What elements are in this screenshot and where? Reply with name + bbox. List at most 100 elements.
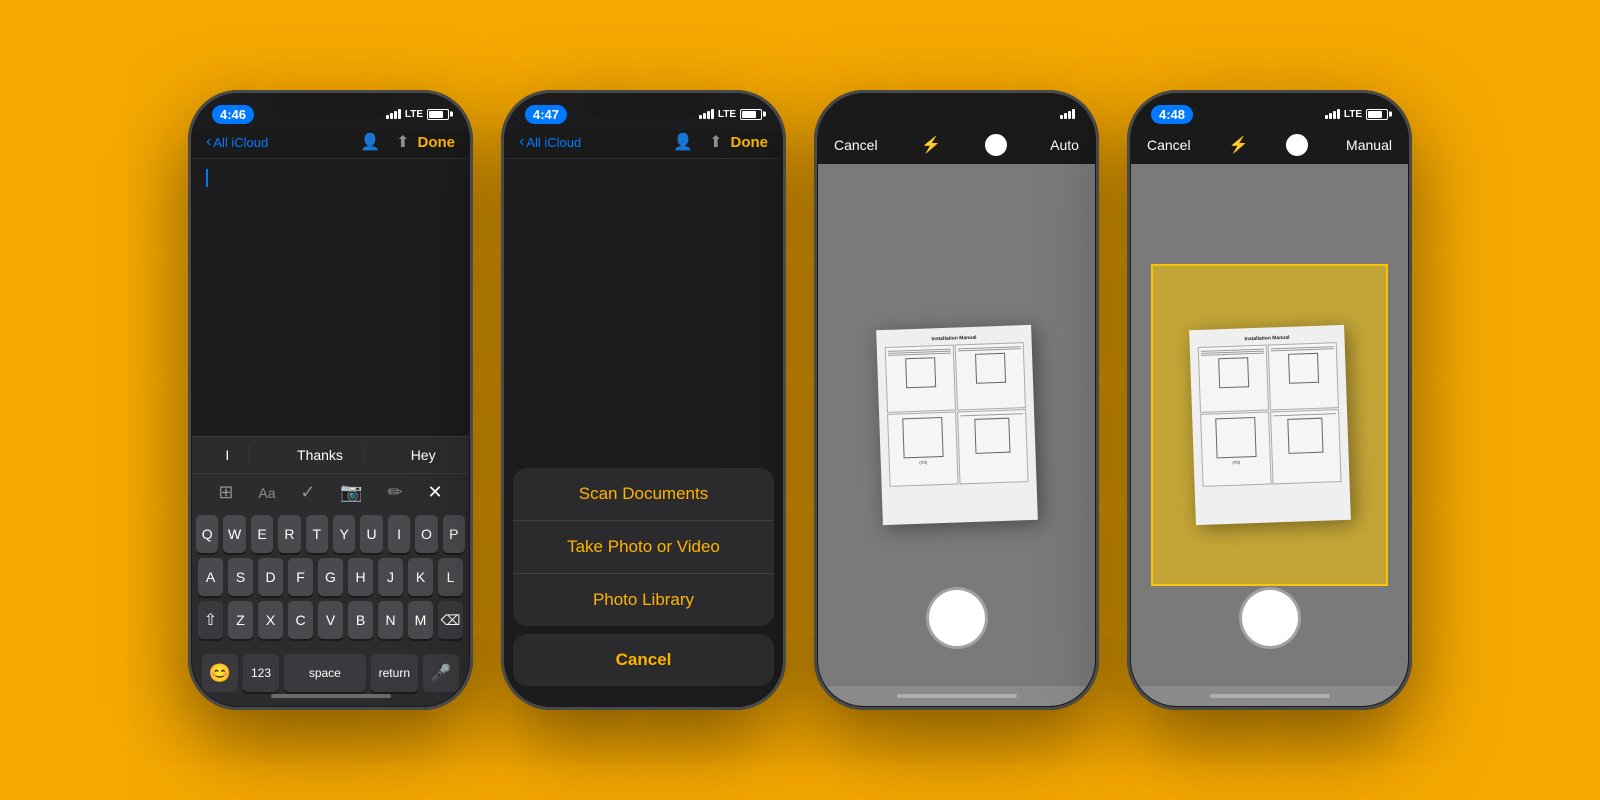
shift-key[interactable]: ⇧	[198, 601, 223, 639]
diagram-box-2	[1287, 353, 1318, 384]
cancel-button[interactable]: Cancel	[513, 634, 774, 686]
done-button[interactable]: Done	[418, 134, 456, 151]
shutter-button[interactable]	[1242, 590, 1298, 646]
battery-icon	[427, 109, 449, 120]
table-icon[interactable]: ⊞	[218, 482, 233, 503]
photo-library-item[interactable]: Photo Library	[513, 574, 774, 626]
share-icon[interactable]: ⬆	[396, 132, 409, 152]
mic-key[interactable]: 🎤	[423, 654, 459, 692]
key-w[interactable]: W	[223, 515, 245, 553]
notch	[584, 90, 704, 118]
phones-container: 4:46 LTE	[188, 90, 1412, 710]
phone2-screen: 4:47 LTE	[505, 94, 782, 706]
flash-icon[interactable]: ⚡	[1228, 135, 1248, 155]
user-icon[interactable]: 👤	[360, 132, 380, 152]
phone-1: 4:46 LTE	[188, 90, 473, 710]
cancel-button[interactable]: Cancel	[1147, 137, 1191, 153]
note-area[interactable]	[192, 159, 469, 436]
status-time: 4:47	[525, 105, 567, 124]
key-a[interactable]: A	[198, 558, 223, 596]
key-j[interactable]: J	[378, 558, 403, 596]
mode-button[interactable]: Auto	[1050, 137, 1079, 153]
delete-key[interactable]: ⌫	[438, 601, 463, 639]
signal-bar-3	[394, 111, 397, 119]
check-icon[interactable]: ✓	[300, 482, 315, 503]
key-v[interactable]: V	[318, 601, 343, 639]
mode-button[interactable]: Manual	[1346, 137, 1392, 153]
autocomplete-3[interactable]: Hey	[391, 445, 456, 465]
key-f[interactable]: F	[288, 558, 313, 596]
back-button[interactable]: ‹ All iCloud	[206, 133, 268, 151]
autocomplete-1[interactable]: I	[205, 445, 250, 465]
back-chevron-icon: ‹	[206, 133, 211, 151]
doc-cell-1	[1197, 345, 1268, 413]
key-d[interactable]: D	[258, 558, 283, 596]
return-key[interactable]: return	[371, 654, 418, 692]
take-photo-item[interactable]: Take Photo or Video	[513, 521, 774, 574]
autocomplete-bar: I Thanks Hey	[192, 436, 469, 473]
key-q[interactable]: Q	[196, 515, 218, 553]
key-h[interactable]: H	[348, 558, 373, 596]
signal-bar-1	[386, 115, 389, 119]
lte-label: LTE	[405, 109, 423, 120]
nav-icons: 👤 ⬆	[673, 132, 722, 152]
numbers-key[interactable]: 123	[243, 654, 279, 692]
flash-icon[interactable]: ⚡	[921, 135, 941, 155]
share-icon[interactable]: ⬆	[709, 132, 722, 152]
camera-icon[interactable]: 📷	[340, 482, 362, 503]
keyboard-row-2: A S D F G H J K L	[196, 558, 465, 596]
key-l[interactable]: L	[438, 558, 463, 596]
key-t[interactable]: T	[306, 515, 328, 553]
back-chevron-icon: ‹	[519, 133, 524, 151]
signal-bar-4	[398, 109, 401, 119]
pencil-icon[interactable]: ✏	[388, 482, 403, 503]
back-button[interactable]: ‹ All iCloud	[519, 133, 581, 151]
doc-cell-3: (XS)	[1200, 412, 1272, 487]
cancel-button[interactable]: Cancel	[834, 137, 878, 153]
diagram-box-3	[901, 417, 942, 458]
phone-3: Cancel ⚡ Auto Installation Manual	[814, 90, 1099, 710]
action-sheet-menu: Scan Documents Take Photo or Video Photo…	[513, 468, 774, 626]
status-icons: LTE	[386, 109, 449, 120]
doc-grid: (XS)	[884, 342, 1028, 487]
autocomplete-2[interactable]: Thanks	[277, 445, 364, 465]
key-m[interactable]: M	[408, 601, 433, 639]
key-x[interactable]: X	[258, 601, 283, 639]
done-button[interactable]: Done	[731, 134, 769, 151]
status-icons: LTE	[1325, 109, 1388, 120]
line	[1273, 413, 1336, 416]
user-icon[interactable]: 👤	[673, 132, 693, 152]
key-z[interactable]: Z	[228, 601, 253, 639]
key-s[interactable]: S	[228, 558, 253, 596]
close-icon[interactable]: ✕	[427, 482, 442, 503]
space-key[interactable]: space	[284, 654, 366, 692]
emoji-key[interactable]: 😊	[202, 654, 238, 692]
diagram-box	[1217, 357, 1248, 388]
status-icons	[1060, 109, 1075, 119]
key-y[interactable]: Y	[333, 515, 355, 553]
key-u[interactable]: U	[360, 515, 382, 553]
sb1	[1325, 115, 1328, 119]
key-b[interactable]: B	[348, 601, 373, 639]
key-p[interactable]: P	[443, 515, 465, 553]
text-cursor	[206, 169, 208, 187]
color-picker[interactable]	[1286, 134, 1308, 156]
key-r[interactable]: R	[278, 515, 300, 553]
shutter-button[interactable]	[929, 590, 985, 646]
sb3	[1333, 111, 1336, 119]
key-n[interactable]: N	[378, 601, 403, 639]
keyboard-toolbar: ⊞ Aa ✓ 📷 ✏ ✕	[192, 473, 469, 511]
key-o[interactable]: O	[415, 515, 437, 553]
color-picker[interactable]	[985, 134, 1007, 156]
battery-fill	[742, 111, 756, 118]
key-k[interactable]: K	[408, 558, 433, 596]
signal-bar-1	[699, 115, 702, 119]
doc-cell-4	[1270, 409, 1342, 484]
key-i[interactable]: I	[388, 515, 410, 553]
key-c[interactable]: C	[288, 601, 313, 639]
signal-bar-3	[707, 111, 710, 119]
key-e[interactable]: E	[251, 515, 273, 553]
key-g[interactable]: G	[318, 558, 343, 596]
scan-documents-item[interactable]: Scan Documents	[513, 468, 774, 521]
format-icon[interactable]: Aa	[258, 485, 275, 501]
